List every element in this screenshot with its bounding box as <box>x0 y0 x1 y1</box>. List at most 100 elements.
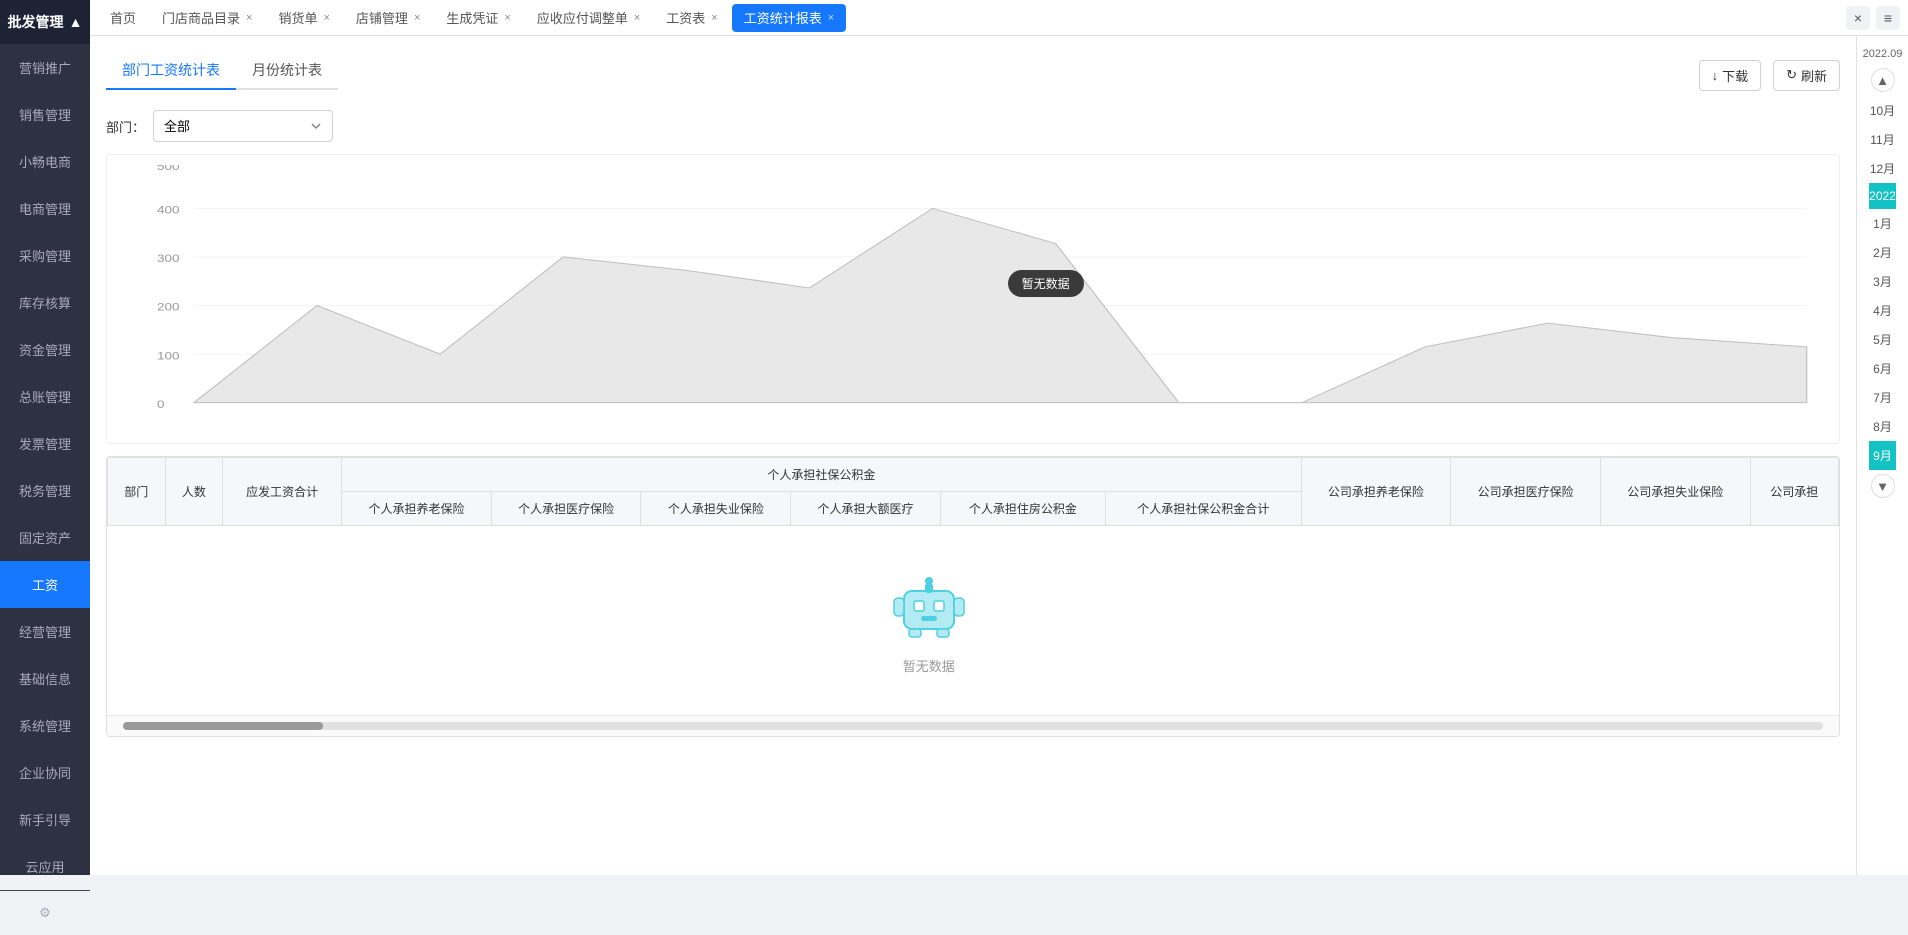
date-panel: 2022.09 ▲ 10月11月12月20221月2月3月4月5月6月7月8月9… <box>1856 36 1908 875</box>
sidebar-item-operation[interactable]: 经营管理 <box>0 608 90 655</box>
svg-text:400: 400 <box>157 204 180 217</box>
tab-production[interactable]: 生成凭证 × <box>434 4 522 32</box>
tab-receivable[interactable]: 应收应付调整单 × <box>525 4 652 32</box>
empty-text: 暂无数据 <box>903 656 955 675</box>
date-item-1月[interactable]: 1月 <box>1869 209 1896 238</box>
col-company-other: 公司承担 <box>1750 458 1838 526</box>
sidebar-title: 批发管理 <box>8 12 64 32</box>
page-body: 部门工资统计表月份统计表 ↓ 下载 ↻ 刷新 部门： <box>90 36 1856 875</box>
date-nav-down[interactable]: ▼ <box>1871 474 1895 498</box>
date-item-9月[interactable]: 9月 <box>1869 441 1896 470</box>
col-company-medical: 公司承担医疗保险 <box>1451 458 1601 526</box>
sidebar-item-cloud[interactable]: 云应用 <box>0 843 90 890</box>
tab-label-store: 店铺管理 <box>356 8 408 27</box>
tab-close-payroll-report[interactable]: × <box>828 12 834 24</box>
download-button[interactable]: ↓ 下载 <box>1699 60 1762 91</box>
sidebar-item-enterprise[interactable]: 企业协同 <box>0 749 90 796</box>
sidebar-item-basic[interactable]: 基础信息 <box>0 655 90 702</box>
sidebar-item-system[interactable]: 系统管理 <box>0 702 90 749</box>
date-item-3月[interactable]: 3月 <box>1869 267 1896 296</box>
dept-label: 部门： <box>106 117 145 136</box>
col-dept: 部门 <box>108 458 166 526</box>
chart-container: 0 100 200 300 400 500 <box>106 154 1840 444</box>
tab-label-receivable: 应收应付调整单 <box>537 8 628 27</box>
col-total-wage: 应发工资合计 <box>223 458 342 526</box>
dept-select[interactable]: 全部 <box>153 110 333 142</box>
date-item-11月[interactable]: 11月 <box>1869 125 1896 154</box>
sidebar-item-salary[interactable]: 工资 <box>0 561 90 608</box>
date-item-10月[interactable]: 10月 <box>1869 96 1896 125</box>
col-count: 人数 <box>165 458 223 526</box>
sidebar-item-assets[interactable]: 固定资产 <box>0 514 90 561</box>
refresh-button[interactable]: ↻ 刷新 <box>1773 60 1840 91</box>
refresh-icon: ↻ <box>1786 67 1797 83</box>
table-scroll[interactable]: 部门 人数 应发工资合计 个人承担社保公积金 公司承担养老保险 公司承担医疗保险… <box>107 457 1839 715</box>
svg-text:100: 100 <box>157 349 180 362</box>
tab-close-catalog[interactable]: × <box>246 12 252 24</box>
tab-close-receivable[interactable]: × <box>634 12 640 24</box>
sidebar-item-ecommerce[interactable]: 电商管理 <box>0 185 90 232</box>
tab-close-production[interactable]: × <box>504 12 510 24</box>
col-personal-housing: 个人承担住房公积金 <box>940 492 1105 526</box>
tab-home[interactable]: 首页 <box>98 4 148 32</box>
date-item-5月[interactable]: 5月 <box>1869 325 1896 354</box>
col-company-unemployment: 公司承担失业保险 <box>1600 458 1750 526</box>
date-item-8月[interactable]: 8月 <box>1869 412 1896 441</box>
table-scrollbar-track[interactable] <box>123 722 1823 730</box>
tab-store[interactable]: 店铺管理 × <box>344 4 432 32</box>
tab-label-production: 生成凭证 <box>446 8 498 27</box>
toolbar-right: ↓ 下载 ↻ 刷新 <box>1699 60 1840 91</box>
tab-label-home: 首页 <box>110 8 136 27</box>
date-nav-up[interactable]: ▲ <box>1871 68 1895 92</box>
date-item-6月[interactable]: 6月 <box>1869 354 1896 383</box>
settings-icon: ⚙ <box>39 905 51 920</box>
sidebar-item-guide[interactable]: 新手引导 <box>0 796 90 843</box>
sidebar-item-ledger[interactable]: 总账管理 <box>0 373 90 420</box>
sidebar-item-tax[interactable]: 税务管理 <box>0 467 90 514</box>
toolbar-left: 部门： 全部 <box>106 110 333 142</box>
sidebar: 批发管理 ▲ 营销推广销售管理小畅电商电商管理采购管理库存核算资金管理总账管理发… <box>0 0 90 875</box>
sidebar-item-invoice[interactable]: 发票管理 <box>0 420 90 467</box>
date-item-7月[interactable]: 7月 <box>1869 383 1896 412</box>
tab-catalog[interactable]: 门店商品目录 × <box>150 4 264 32</box>
sidebar-toggle-icon[interactable]: ▲ <box>69 14 83 30</box>
empty-row: 暂无数据 <box>108 526 1839 716</box>
tab-close-payroll[interactable]: × <box>711 12 717 24</box>
sidebar-item-marketing[interactable]: 营销推广 <box>0 44 90 91</box>
col-personal-total: 个人承担社保公积金合计 <box>1105 492 1301 526</box>
sidebar-item-inventory[interactable]: 库存核算 <box>0 279 90 326</box>
date-item-2月[interactable]: 2月 <box>1869 238 1896 267</box>
tab-label-payroll-report: 工资统计报表 <box>744 8 822 27</box>
data-table: 部门 人数 应发工资合计 个人承担社保公积金 公司承担养老保险 公司承担医疗保险… <box>107 457 1839 715</box>
date-item-2022[interactable]: 2022 <box>1869 183 1896 209</box>
svg-text:300: 300 <box>157 252 180 265</box>
sub-tab-dept[interactable]: 部门工资统计表 <box>106 52 236 90</box>
tabs-bar: 首页门店商品目录×销货单×店铺管理×生成凭证×应收应付调整单×工资表×工资统计报… <box>90 0 1908 36</box>
sidebar-item-finance[interactable]: 资金管理 <box>0 326 90 373</box>
sidebar-item-ecommerce-small[interactable]: 小畅电商 <box>0 138 90 185</box>
tab-payroll-report[interactable]: 工资统计报表 × <box>732 4 846 32</box>
svg-text:500: 500 <box>157 165 180 173</box>
table-scrollbar-thumb[interactable] <box>123 722 323 730</box>
close-tab-action[interactable]: × <box>1846 6 1870 30</box>
tab-label-payroll: 工资表 <box>666 8 705 27</box>
empty-state: 暂无数据 <box>108 526 1751 715</box>
tab-sales-order[interactable]: 销货单× <box>266 4 341 32</box>
tab-label-catalog: 门店商品目录 <box>162 8 240 27</box>
date-item-4月[interactable]: 4月 <box>1869 296 1896 325</box>
download-label: 下载 <box>1722 66 1748 85</box>
sidebar-item-purchase[interactable]: 采购管理 <box>0 232 90 279</box>
settings-button[interactable]: ⚙ <box>0 890 90 935</box>
col-personal-unemployment: 个人承担失业保险 <box>641 492 791 526</box>
menu-tab-action[interactable]: ≡ <box>1876 6 1900 30</box>
date-item-12月[interactable]: 12月 <box>1869 154 1896 183</box>
col-group-personal: 个人承担社保公积金 <box>342 458 1301 492</box>
download-icon: ↓ <box>1712 68 1719 83</box>
tab-payroll[interactable]: 工资表 × <box>654 4 729 32</box>
date-panel-year: 2022.09 <box>1857 44 1908 64</box>
tab-close-store[interactable]: × <box>414 12 420 24</box>
tab-close-sales-order[interactable]: × <box>323 12 329 24</box>
sidebar-item-sales[interactable]: 销售管理 <box>0 91 90 138</box>
sub-tab-month[interactable]: 月份统计表 <box>236 52 338 90</box>
empty-icon <box>889 566 969 646</box>
